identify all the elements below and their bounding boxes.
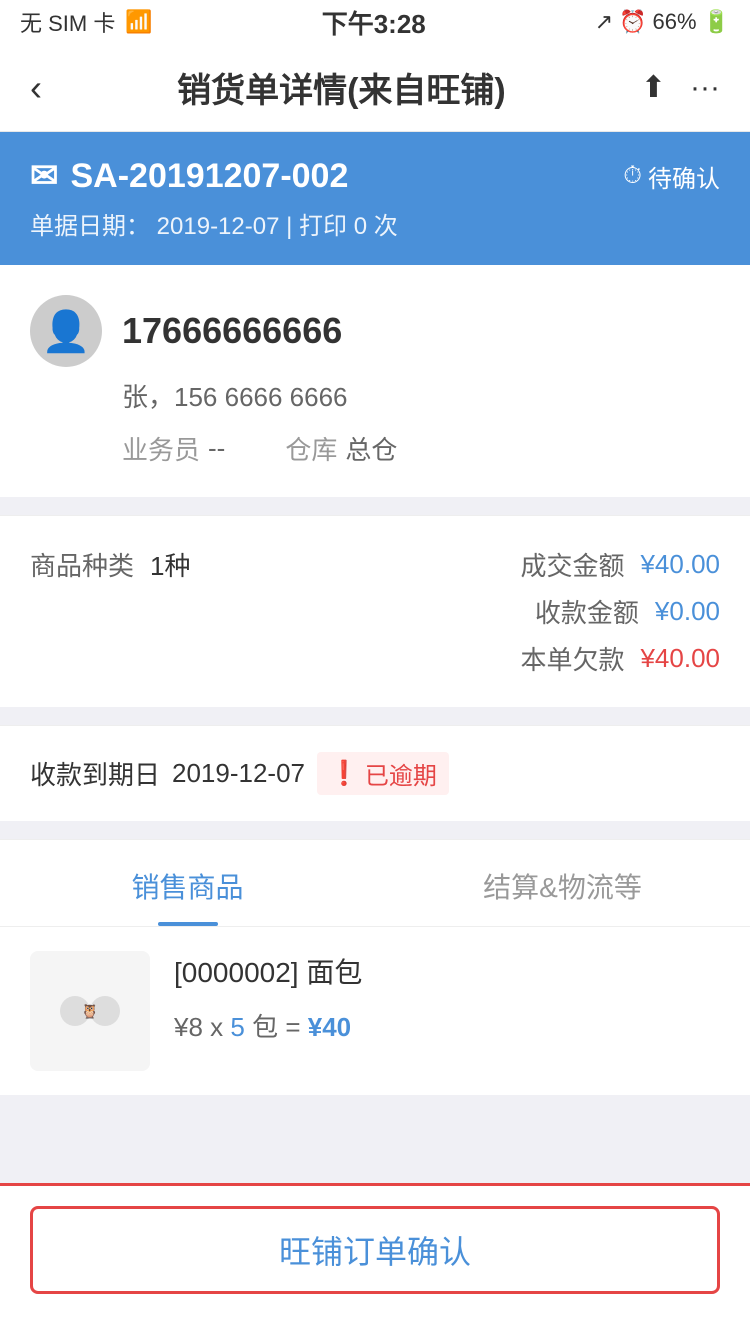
due-date-section: 收款到期日 2019-12-07 ❗ 已逾期	[0, 726, 750, 821]
order-date-value: 2019-12-07	[157, 213, 280, 240]
product-quantity: 5	[230, 1012, 244, 1042]
battery-icon: 🔋	[703, 9, 730, 35]
owed-value: ¥40.00	[640, 643, 720, 674]
warehouse-info: 仓库 总仓	[285, 430, 397, 467]
status-bar-right: ↗ ⏰ 66% 🔋	[595, 9, 730, 35]
status-bar: 无 SIM 卡 📶 下午3:28 ↗ ⏰ 66% 🔋	[0, 0, 750, 44]
alarm-icon: ⏰	[619, 9, 646, 35]
overdue-icon: ❗	[329, 759, 359, 788]
customer-section: 👤 17666666666 张，156 6666 6666 业务员 -- 仓库 …	[0, 265, 750, 497]
amounts-right: 成交金额 ¥40.00 收款金额 ¥0.00 本单欠款 ¥40.00	[520, 546, 720, 677]
status-clock-icon: ⏱	[623, 162, 642, 190]
owed-amount-row: 本单欠款 ¥40.00	[520, 640, 720, 677]
print-count: 0	[354, 213, 367, 240]
order-number: ✉ SA-20191207-002	[30, 156, 348, 196]
product-type: 商品种类 1种	[30, 546, 190, 583]
warehouse-label: 仓库	[285, 430, 337, 467]
product-title: 面包	[306, 957, 362, 988]
product-price-row: ¥8 x 5 包 = ¥40	[174, 1007, 720, 1044]
date-prefix: 单据日期：	[30, 213, 150, 240]
overdue-text: 已逾期	[365, 756, 437, 791]
product-unit: 包	[252, 1012, 278, 1042]
nav-bar: ‹ 销货单详情(来自旺铺) ⬆ ···	[0, 44, 750, 132]
nav-actions: ⬆ ···	[641, 70, 720, 105]
tabs-row: 销售商品 结算&物流等	[0, 840, 750, 927]
location-icon: ↗	[595, 9, 613, 35]
bottom-bar: 旺铺订单确认	[0, 1183, 750, 1334]
carrier-label: 无 SIM 卡	[20, 6, 115, 38]
tab-products[interactable]: 销售商品	[0, 840, 375, 926]
customer-name: 张，156 6666 6666	[30, 377, 720, 414]
order-number-value: SA-20191207-002	[71, 157, 349, 196]
deal-amount-value: ¥40.00	[640, 549, 720, 580]
staff-info: 业务员 --	[122, 430, 225, 467]
status-bar-time: 下午3:28	[322, 4, 426, 41]
avatar: 👤	[30, 295, 102, 367]
customer-meta: 业务员 -- 仓库 总仓	[30, 430, 720, 467]
share-button[interactable]: ⬆	[641, 70, 666, 105]
product-type-label: 商品种类	[30, 546, 134, 583]
product-type-value: 1种	[150, 546, 190, 583]
avatar-icon: 👤	[41, 308, 91, 355]
status-label: 待确认	[648, 159, 720, 194]
wifi-icon: 📶	[125, 9, 152, 35]
tab-products-label: 销售商品	[131, 872, 243, 903]
confirm-button-label: 旺铺订单确认	[279, 1227, 471, 1273]
svg-text:🦉: 🦉	[81, 1003, 98, 1020]
product-code: [0000002]	[174, 957, 299, 988]
received-value: ¥0.00	[655, 596, 720, 627]
due-date-value: 2019-12-07	[172, 758, 305, 789]
more-button[interactable]: ···	[690, 71, 720, 105]
product-info: [0000002] 面包 ¥8 x 5 包 = ¥40	[174, 951, 720, 1044]
tabs-section: 销售商品 结算&物流等	[0, 840, 750, 927]
amount-section: 商品种类 1种 成交金额 ¥40.00 收款金额 ¥0.00 本单欠款 ¥40.…	[0, 516, 750, 707]
staff-label: 业务员	[122, 430, 200, 467]
deal-amount-label: 成交金额	[520, 546, 624, 583]
owed-label: 本单欠款	[520, 640, 624, 677]
unit-price: ¥8	[174, 1012, 203, 1042]
tab-settlement-label: 结算&物流等	[483, 872, 642, 903]
print-suffix: 次	[374, 213, 398, 240]
customer-phone: 17666666666	[122, 310, 342, 352]
order-header: ✉ SA-20191207-002 ⏱ 待确认 单据日期： 2019-12-07…	[0, 132, 750, 265]
tab-settlement[interactable]: 结算&物流等	[375, 840, 750, 926]
page-title: 销货单详情(来自旺铺)	[177, 63, 506, 112]
deal-amount-row: 成交金额 ¥40.00	[520, 546, 720, 583]
order-icon: ✉	[30, 156, 59, 196]
status-bar-left: 无 SIM 卡 📶	[20, 6, 153, 38]
staff-value: --	[208, 433, 225, 464]
warehouse-value: 总仓	[345, 430, 397, 467]
product-image: 🦉	[30, 951, 150, 1071]
overdue-badge: ❗ 已逾期	[317, 752, 449, 795]
product-name: [0000002] 面包	[174, 951, 720, 991]
due-date-label: 收款到期日	[30, 755, 160, 792]
equals-sign: =	[285, 1012, 307, 1042]
customer-row: 👤 17666666666	[30, 295, 720, 367]
battery-label: 66%	[653, 9, 697, 35]
order-header-top: ✉ SA-20191207-002 ⏱ 待确认	[30, 156, 720, 196]
print-label: | 打印	[286, 213, 354, 240]
order-date-row: 单据日期： 2019-12-07 | 打印 0 次	[30, 206, 720, 241]
confirm-order-button[interactable]: 旺铺订单确认	[30, 1206, 720, 1294]
product-logo-icon: 🦉	[55, 986, 125, 1036]
product-item: 🦉 [0000002] 面包 ¥8 x 5 包 = ¥40	[0, 927, 750, 1095]
product-total: ¥40	[308, 1012, 351, 1042]
order-status: ⏱ 待确认	[623, 159, 720, 194]
received-amount-row: 收款金额 ¥0.00	[535, 593, 720, 630]
price-separator: x	[210, 1012, 230, 1042]
back-button[interactable]: ‹	[30, 67, 42, 109]
received-label: 收款金额	[535, 593, 639, 630]
